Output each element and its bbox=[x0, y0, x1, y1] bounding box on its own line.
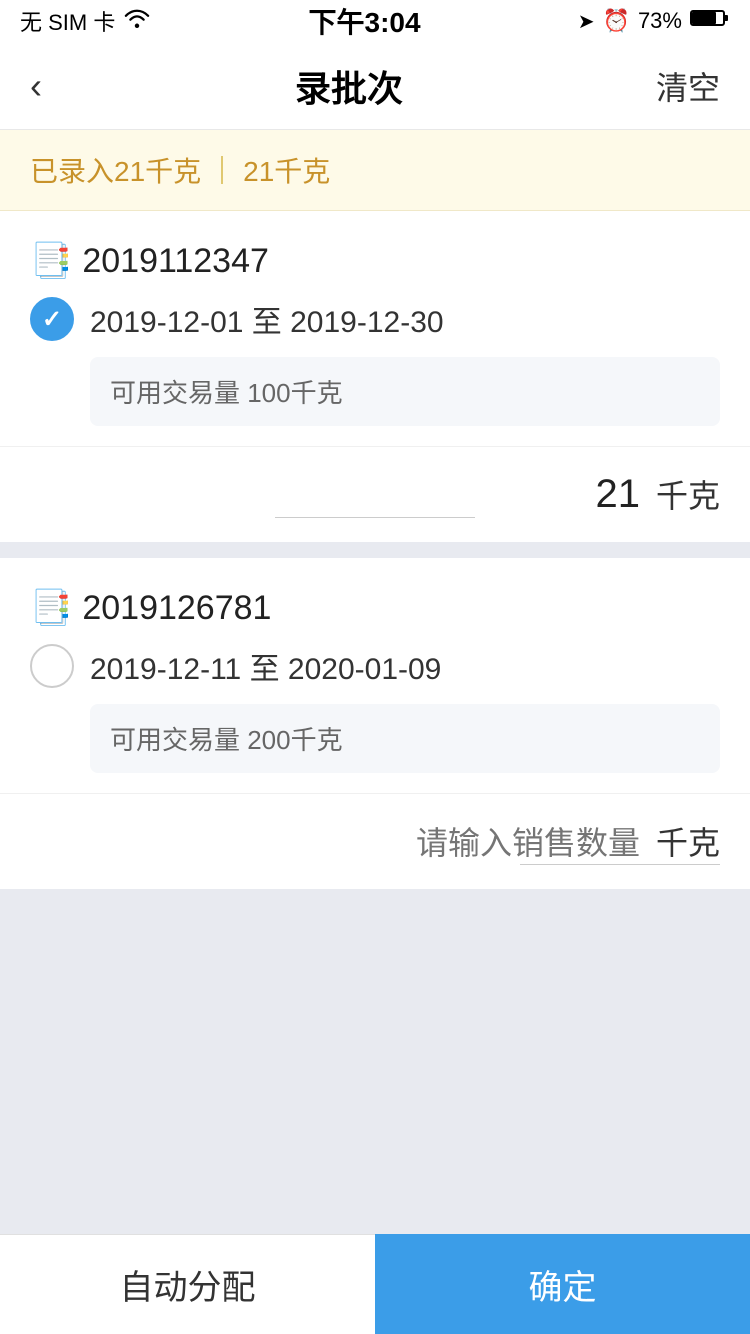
sale-quantity-input[interactable] bbox=[340, 825, 640, 862]
check-mark: ✓ bbox=[42, 305, 62, 334]
card2-icon: 📑 bbox=[30, 588, 72, 628]
card-divider bbox=[0, 542, 750, 558]
wifi-icon bbox=[123, 8, 151, 34]
page-title: 录批次 bbox=[295, 60, 403, 112]
card1-amount-value: 21 bbox=[595, 472, 640, 517]
total-amount: 21千克 bbox=[243, 150, 330, 190]
location-icon: ➤ bbox=[578, 9, 595, 34]
card1-header: 📑 2019112347 bbox=[30, 241, 720, 281]
nav-bar: ‹ 录批次 清空 bbox=[0, 42, 750, 130]
status-time: 下午3:04 bbox=[309, 1, 421, 41]
status-left: 无 SIM 卡 bbox=[20, 5, 151, 37]
input-underline bbox=[520, 864, 720, 865]
card2-radio[interactable] bbox=[30, 644, 74, 688]
confirm-button[interactable]: 确定 bbox=[375, 1234, 750, 1334]
card1-id: 2019112347 bbox=[82, 242, 269, 281]
card2-unit: 千克 bbox=[656, 818, 720, 864]
card2-header: 📑 2019126781 bbox=[30, 588, 720, 628]
no-sim-text: 无 SIM 卡 bbox=[20, 5, 115, 37]
card1-amount-unit: 千克 bbox=[656, 471, 720, 517]
status-bar: 无 SIM 卡 下午3:04 ➤ ⏰ 73% bbox=[0, 0, 750, 42]
card2-id: 2019126781 bbox=[82, 589, 271, 628]
alarm-icon: ⏰ bbox=[603, 8, 630, 34]
batch-card-1: 📑 2019112347 ✓ 2019-12-01 至 2019-12-30 可… bbox=[0, 211, 750, 446]
card1-radio[interactable]: ✓ bbox=[30, 297, 74, 341]
status-right: ➤ ⏰ 73% bbox=[578, 8, 730, 34]
battery-text: 73% bbox=[638, 8, 682, 34]
card2-date-range: 2019-12-11 至 2020-01-09 bbox=[90, 644, 441, 688]
card1-amount-row: 21 千克 bbox=[0, 446, 750, 542]
clear-button[interactable]: 清空 bbox=[656, 63, 720, 109]
battery-icon bbox=[690, 8, 730, 34]
card1-date-row: ✓ 2019-12-01 至 2019-12-30 bbox=[30, 297, 720, 341]
card2-available: 可用交易量 200千克 bbox=[90, 704, 720, 773]
amount-underline bbox=[275, 517, 475, 518]
info-divider bbox=[221, 156, 223, 184]
card1-icon: 📑 bbox=[30, 241, 72, 281]
recorded-amount: 已录入21千克 bbox=[30, 150, 201, 190]
auto-distribute-button[interactable]: 自动分配 bbox=[0, 1234, 375, 1334]
card1-available: 可用交易量 100千克 bbox=[90, 357, 720, 426]
batch-card-2: 📑 2019126781 2019-12-11 至 2020-01-09 可用交… bbox=[0, 558, 750, 793]
back-button[interactable]: ‹ bbox=[30, 65, 42, 107]
card1-date-range: 2019-12-01 至 2019-12-30 bbox=[90, 297, 444, 341]
bottom-bar: 自动分配 确定 bbox=[0, 1234, 750, 1334]
info-banner: 已录入21千克 21千克 bbox=[0, 130, 750, 211]
card2-input-row: 千克 bbox=[0, 793, 750, 889]
card2-date-row: 2019-12-11 至 2020-01-09 bbox=[30, 644, 720, 688]
